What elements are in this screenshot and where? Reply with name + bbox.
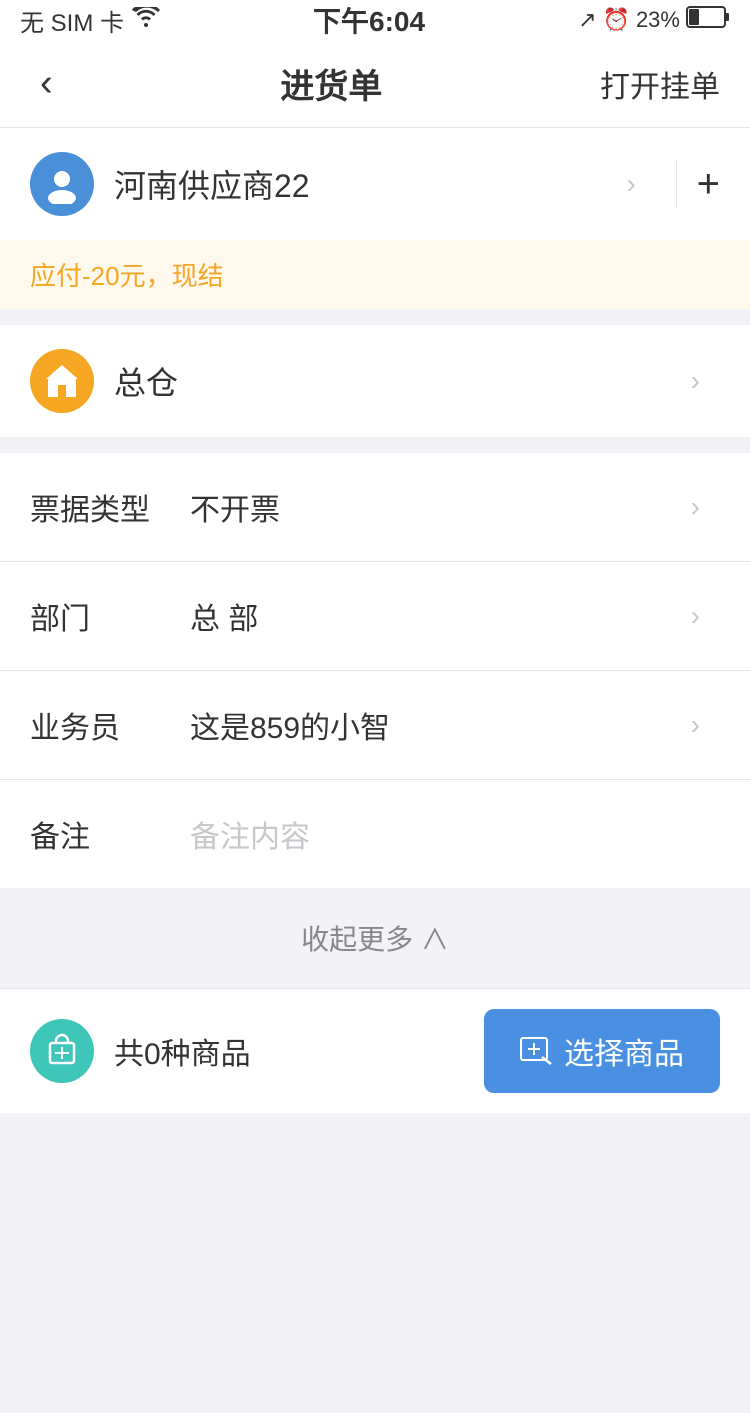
invoice-type-chevron-icon: › — [691, 491, 700, 523]
status-left: 无 SIM 卡 — [20, 3, 160, 38]
content-area: 河南供应商22 › + 应付-20元，现结 总仓 › 票据类型 不开票 — [0, 128, 750, 1413]
collapse-row[interactable]: 收起更多 ∧ — [0, 890, 750, 986]
department-value: 总 部 — [170, 594, 691, 638]
salesperson-chevron-icon: › — [691, 709, 700, 741]
warehouse-chevron-icon: › — [691, 365, 700, 397]
select-product-button[interactable]: 选择商品 — [484, 1009, 720, 1093]
department-row[interactable]: 部门 总 部 › — [0, 562, 750, 671]
select-product-label: 选择商品 — [564, 1029, 684, 1073]
battery-label: 23% — [636, 7, 680, 33]
warehouse-icon — [30, 349, 94, 413]
department-chevron-icon: › — [691, 600, 700, 632]
supplier-avatar — [30, 152, 94, 216]
warehouse-name: 总仓 — [114, 358, 691, 404]
remark-value: 备注内容 — [170, 812, 720, 856]
location-icon: ↗ — [578, 7, 596, 33]
warehouse-card: 总仓 › — [0, 325, 750, 437]
status-right: ↗ ⏰ 23% — [578, 6, 730, 34]
add-supplier-button[interactable]: + — [697, 162, 720, 207]
supplier-name: 河南供应商22 — [114, 161, 626, 207]
page-title: 进货单 — [280, 59, 382, 108]
remark-label: 备注 — [30, 812, 170, 856]
department-label: 部门 — [30, 594, 170, 638]
remark-row[interactable]: 备注 备注内容 — [0, 780, 750, 888]
warehouse-row[interactable]: 总仓 › — [0, 325, 750, 437]
wifi-icon — [132, 6, 160, 34]
status-time: 下午6:04 — [313, 0, 425, 40]
back-button[interactable]: ‹ — [30, 52, 63, 115]
open-pending-button[interactable]: 打开挂单 — [600, 62, 720, 106]
supplier-chevron-icon: › — [626, 168, 635, 200]
nav-bar: ‹ 进货单 打开挂单 — [0, 40, 750, 128]
supplier-row[interactable]: 河南供应商22 › + — [0, 128, 750, 240]
notice-text: 应付-20元，现结 — [30, 261, 224, 291]
invoice-type-label: 票据类型 — [30, 485, 170, 529]
product-count: 共0种商品 — [114, 1029, 484, 1073]
form-section: 票据类型 不开票 › 部门 总 部 › 业务员 这是859的小智 › 备注 备注… — [0, 453, 750, 888]
salesperson-label: 业务员 — [30, 703, 170, 747]
gray-fill — [0, 1113, 750, 1413]
battery-icon — [686, 6, 730, 34]
invoice-type-value: 不开票 — [170, 485, 691, 529]
salesperson-row[interactable]: 业务员 这是859的小智 › — [0, 671, 750, 780]
product-icon — [30, 1019, 94, 1083]
status-bar: 无 SIM 卡 下午6:04 ↗ ⏰ 23% — [0, 0, 750, 40]
alarm-icon: ⏰ — [603, 7, 630, 33]
divider — [676, 159, 677, 209]
salesperson-value: 这是859的小智 — [170, 703, 691, 747]
sim-label: 无 SIM 卡 — [20, 3, 124, 38]
supplier-card: 河南供应商22 › + 应付-20元，现结 — [0, 128, 750, 309]
bottom-bar: 共0种商品 选择商品 — [0, 988, 750, 1113]
notice-bar: 应付-20元，现结 — [0, 240, 750, 309]
invoice-type-row[interactable]: 票据类型 不开票 › — [0, 453, 750, 562]
collapse-label: 收起更多 ∧ — [301, 918, 449, 958]
